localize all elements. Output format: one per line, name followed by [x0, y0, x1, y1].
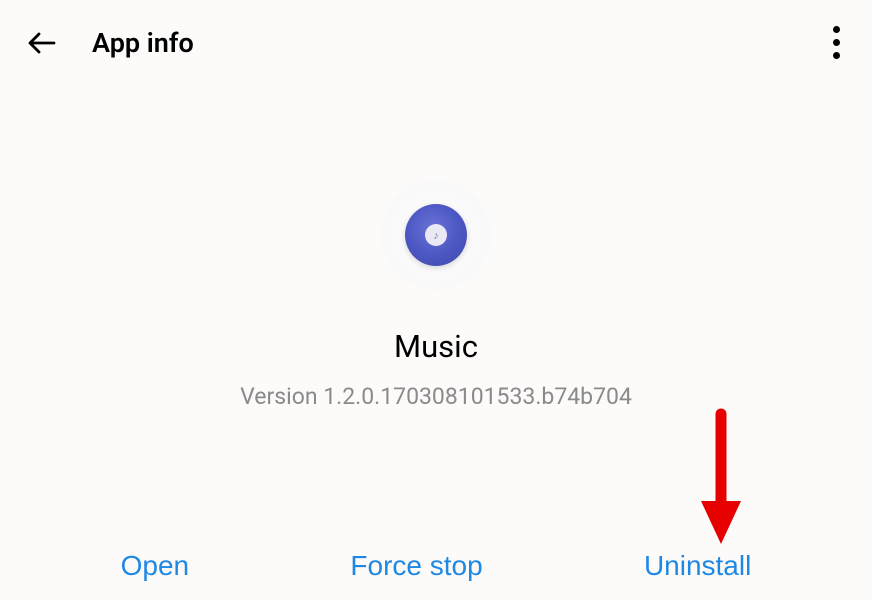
- app-icon: ♪: [381, 180, 491, 290]
- action-buttons: Open Force stop Uninstall: [0, 550, 872, 582]
- force-stop-button[interactable]: Force stop: [350, 550, 482, 582]
- uninstall-button[interactable]: Uninstall: [644, 550, 751, 582]
- annotation-arrow-icon: [696, 406, 746, 546]
- app-version: Version 1.2.0.170308101533.b74b704: [240, 383, 632, 410]
- header: App info: [0, 0, 872, 85]
- app-name: Music: [394, 328, 478, 365]
- more-vertical-icon: [833, 26, 840, 33]
- page-title: App info: [92, 27, 194, 59]
- header-left: App info: [24, 25, 194, 61]
- arrow-left-icon: [24, 25, 60, 61]
- app-info-section: ♪ Music Version 1.2.0.170308101533.b74b7…: [0, 180, 872, 410]
- music-disc-icon: ♪: [405, 204, 467, 266]
- back-button[interactable]: [24, 25, 60, 61]
- more-options-button[interactable]: [825, 18, 848, 67]
- open-button[interactable]: Open: [121, 550, 190, 582]
